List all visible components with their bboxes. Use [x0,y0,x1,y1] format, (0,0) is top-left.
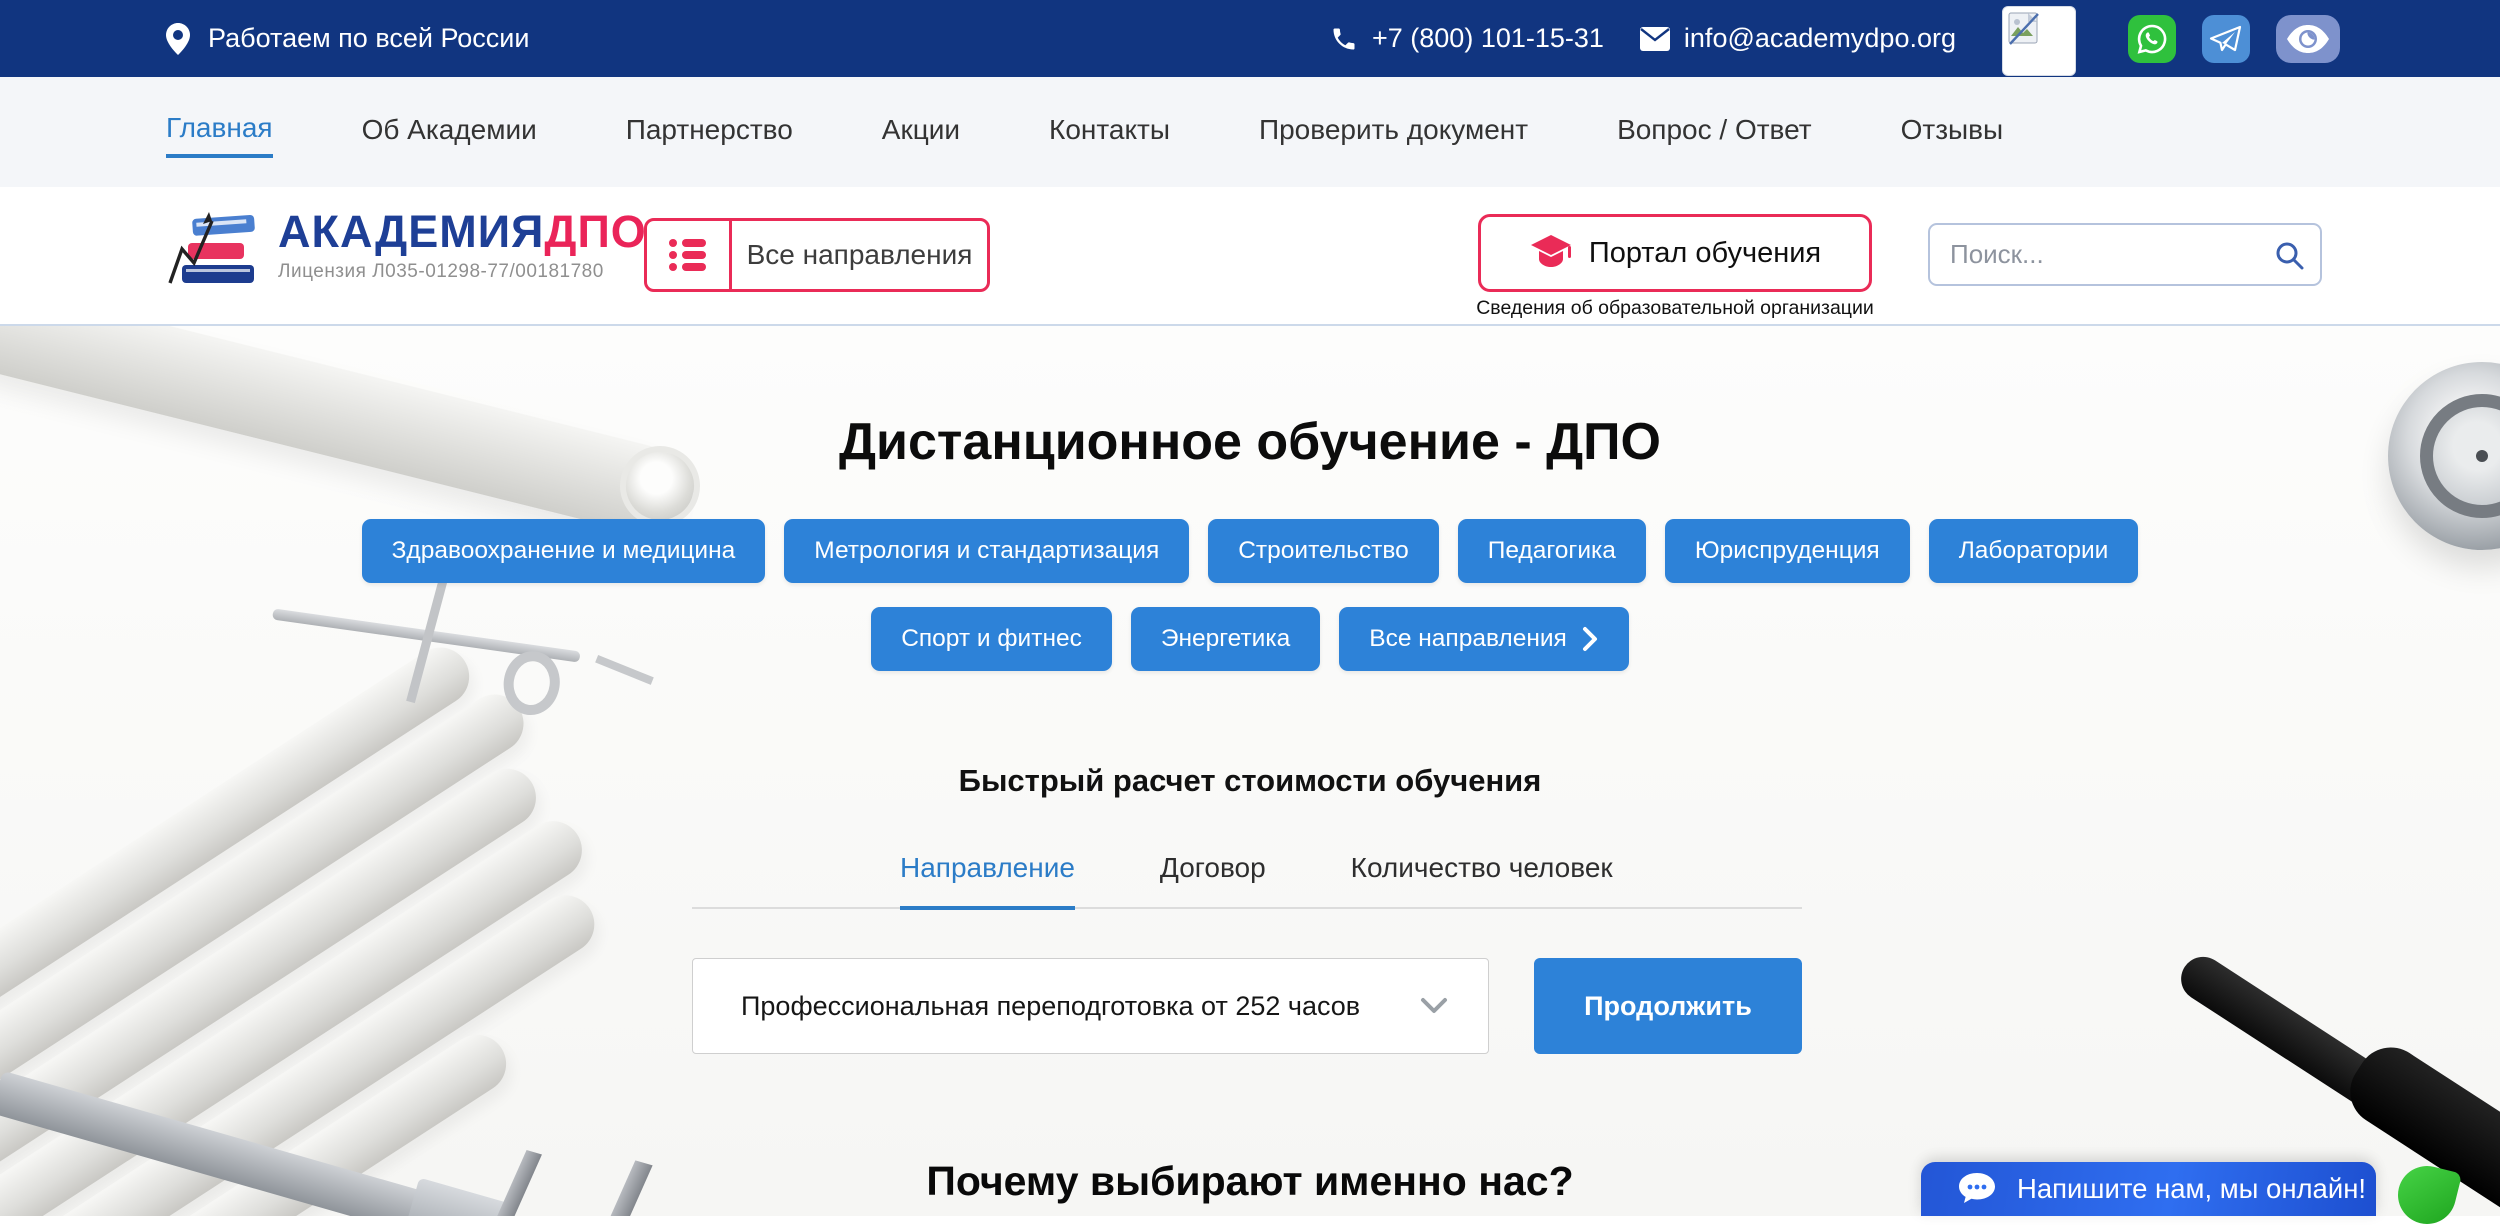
program-select-value: Профессиональная переподготовка от 252 ч… [741,990,1361,1021]
chat-label: Напишите нам, мы онлайн! [2017,1173,2367,1204]
category-metrology-button[interactable]: Метрология и стандартизация [784,519,1190,583]
category-buttons: Здравоохранение и медицина Метрология и … [0,519,2500,671]
search-box [1928,223,2322,286]
category-pedagogy-button[interactable]: Педагогика [1457,519,1646,583]
whatsapp-icon[interactable] [2128,14,2176,63]
location-text: Работаем по всей России [208,23,530,53]
phone-link[interactable]: +7 (800) 101-15-31 [1330,23,1604,54]
topbar-contacts: +7 (800) 101-15-31 info@academydpo.org [1330,2,2340,76]
hero-section: Дистанционное обучение - ДПО Здравоохран… [0,326,2500,1216]
chat-bubble-icon [1957,1171,1997,1207]
chevron-down-icon [1420,997,1448,1015]
graduation-cap-icon [1529,233,1573,273]
logo[interactable]: АКАДЕМИЯДПО Лицензия Л035-01298-77/00181… [166,205,647,297]
list-icon [647,221,732,289]
zen-eye-icon[interactable] [2276,14,2340,63]
nav-item-promotions[interactable]: Акции [882,108,960,156]
tab-contract[interactable]: Договор [1160,852,1266,907]
org-info-link[interactable]: Сведения об образовательной организации [1455,297,1895,320]
nav-item-verify-document[interactable]: Проверить документ [1259,108,1528,156]
books-logo-icon [166,205,262,297]
nav-item-partnership[interactable]: Партнерство [626,108,793,156]
nav-item-contacts[interactable]: Контакты [1049,108,1170,156]
nav-item-home[interactable]: Главная [166,106,273,158]
calculator-heading: Быстрый расчет стоимости обучения [958,763,1542,798]
search-button[interactable] [2274,240,2304,270]
search-input[interactable] [1930,239,2274,270]
email-icon [1639,26,1670,51]
phone-number: +7 (800) 101-15-31 [1372,23,1604,53]
program-select[interactable]: Профессиональная переподготовка от 252 ч… [692,958,1489,1054]
tab-people-count[interactable]: Количество человек [1351,852,1613,907]
category-laboratories-button[interactable]: Лаборатории [1928,519,2139,583]
tab-direction[interactable]: Направление [900,852,1075,910]
category-energy-button[interactable]: Энергетика [1130,607,1321,671]
continue-button[interactable]: Продолжить [1534,958,1802,1054]
logo-main-text: АКАДЕМИЯ [278,206,545,257]
chevron-right-icon [1581,626,1599,652]
search-icon [2274,240,2304,270]
category-sport-button[interactable]: Спорт и фитнес [871,607,1112,671]
category-law-button[interactable]: Юриспруденция [1664,519,1910,583]
category-healthcare-button[interactable]: Здравоохранение и медицина [361,519,766,583]
calculator-form: Профессиональная переподготовка от 252 ч… [692,958,1802,1054]
nav-item-faq[interactable]: Вопрос / Ответ [1617,108,1812,156]
broken-image-placeholder [2002,5,2076,76]
all-directions-button[interactable]: Все направления [644,218,990,292]
phone-icon [1330,25,1358,53]
category-row-1: Здравоохранение и медицина Метрология и … [361,519,2139,583]
page-title: Дистанционное обучение - ДПО [839,413,1661,471]
location-pin-icon [166,22,190,55]
calculator-tabs: Направление Договор Количество человек [692,852,1802,910]
nav-item-reviews[interactable]: Отзывы [1901,108,2004,156]
site-header: АКАДЕМИЯДПО Лицензия Л035-01298-77/00181… [0,187,2500,326]
logo-accent-text: ДПО [544,206,647,257]
portal-button[interactable]: Портал обучения [1478,214,1872,292]
logo-title: АКАДЕМИЯДПО [278,205,647,259]
all-directions-hero-button[interactable]: Все направления [1339,607,1629,671]
portal-button-label: Портал обучения [1588,236,1822,269]
topbar: Работаем по всей России +7 (800) 101-15-… [0,0,2500,77]
telegram-icon[interactable] [2202,14,2250,63]
chat-widget[interactable]: Напишите нам, мы онлайн! [1921,1162,2376,1216]
all-directions-label: Все направления [746,239,973,270]
nav-item-about[interactable]: Об Академии [362,108,537,156]
category-row-2: Спорт и фитнес Энергетика Все направлени… [871,607,1629,671]
location-info: Работаем по всей России [166,22,530,55]
license-text: Лицензия Л035-01298-77/00181780 [278,261,604,282]
category-construction-button[interactable]: Строительство [1208,519,1439,583]
all-directions-hero-label: Все направления [1369,625,1567,652]
email-link[interactable]: info@academydpo.org [1639,23,1956,54]
email-text: info@academydpo.org [1683,23,1956,53]
main-navigation: Главная Об Академии Партнерство Акции Ко… [0,77,2500,187]
